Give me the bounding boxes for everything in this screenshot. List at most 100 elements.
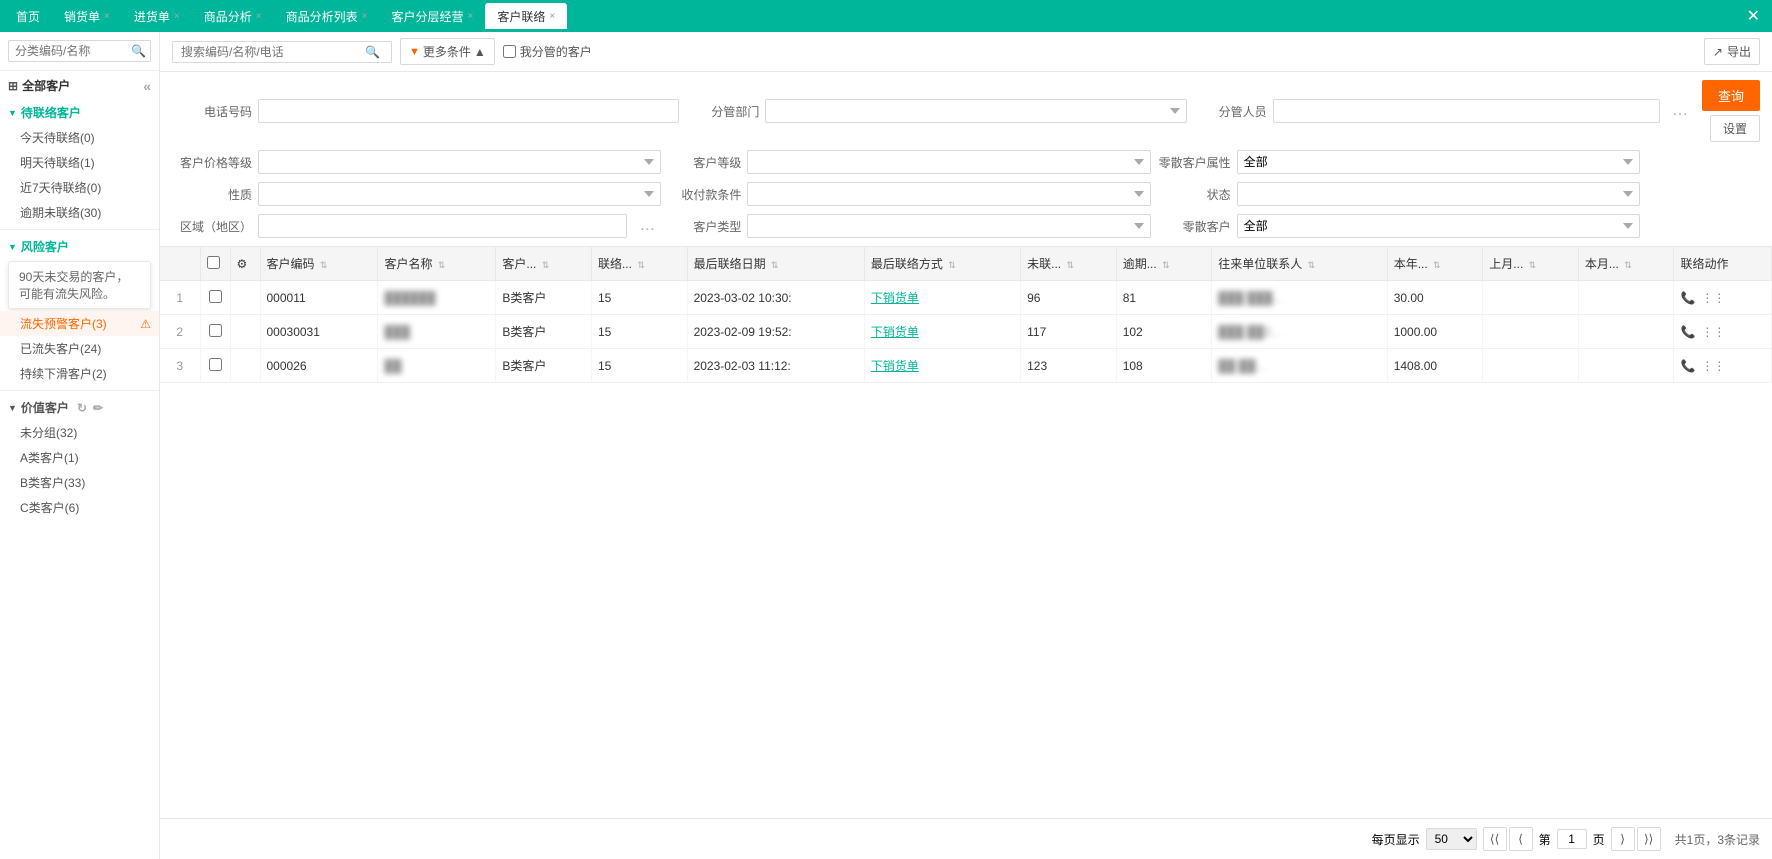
cell-checkbox[interactable]	[200, 315, 230, 349]
filter-cust-type-select[interactable]	[747, 214, 1150, 238]
filter-zero-attr-select[interactable]: 全部	[1237, 150, 1640, 174]
sidebar-item-class-b[interactable]: B类客户(33)	[0, 470, 159, 495]
query-button[interactable]: 查询	[1702, 80, 1760, 111]
more-icon[interactable]: ⋮⋮	[1701, 325, 1725, 339]
th-last-method[interactable]: 最后联络方式 ⇅	[864, 247, 1020, 281]
sidebar-group-risk[interactable]: ▼ 风险客户	[0, 234, 159, 259]
cell-actions[interactable]: 📞 ⋮⋮	[1674, 281, 1772, 315]
tab-sales-close[interactable]: ×	[104, 11, 110, 22]
th-overdue[interactable]: 逾期... ⇅	[1116, 247, 1212, 281]
th-this-year[interactable]: 本年... ⇅	[1387, 247, 1483, 281]
my-customers-checkbox-label[interactable]: 我分管的客户	[503, 43, 592, 60]
last-method-link[interactable]: 下销货单	[871, 359, 919, 373]
prev-page-button[interactable]: ⟨	[1509, 827, 1533, 851]
row-checkbox[interactable]	[209, 324, 222, 337]
filter-person-input[interactable]	[1273, 99, 1660, 123]
sidebar-item-7days[interactable]: 近7天待联络(0)	[0, 175, 159, 200]
th-not-contacted[interactable]: 未联... ⇅	[1021, 247, 1117, 281]
th-contact[interactable]: 联络... ⇅	[591, 247, 687, 281]
th-code[interactable]: 客户编码 ⇅	[260, 247, 378, 281]
cell-actions[interactable]: 📞 ⋮⋮	[1674, 349, 1772, 383]
first-page-button[interactable]: ⟨⟨	[1483, 827, 1507, 851]
sidebar-collapse-button[interactable]: «	[143, 78, 151, 94]
filter-cust-grade-select[interactable]	[747, 150, 1150, 174]
tab-customer-contact[interactable]: 客户联络 ×	[485, 3, 567, 29]
tab-purchase[interactable]: 进货单 ×	[122, 3, 192, 29]
sidebar-all-customers[interactable]: ⊞ 全部客户 «	[0, 71, 159, 100]
th-contact-person[interactable]: 往来单位联系人 ⇅	[1212, 247, 1387, 281]
call-icon[interactable]: 📞	[1680, 291, 1695, 305]
last-method-link[interactable]: 下销货单	[871, 291, 919, 305]
tab-customer-tier[interactable]: 客户分层经营 ×	[379, 3, 485, 29]
next-page-button[interactable]: ⟩	[1611, 827, 1635, 851]
per-page-select[interactable]: 50 10 20 100	[1426, 828, 1477, 850]
sidebar-item-churned[interactable]: 已流失客户(24)	[0, 336, 159, 361]
sidebar-item-overdue[interactable]: 逾期未联络(30)	[0, 200, 159, 225]
more-icon[interactable]: ⋮⋮	[1701, 291, 1725, 305]
cell-last-method[interactable]: 下销货单	[864, 349, 1020, 383]
tab-product-list[interactable]: 商品分析列表 ×	[274, 3, 380, 29]
tab-sales[interactable]: 销货单 ×	[52, 3, 122, 29]
sidebar-item-tomorrow[interactable]: 明天待联络(1)	[0, 150, 159, 175]
cell-checkbox[interactable]	[200, 281, 230, 315]
sidebar-item-ungrouped[interactable]: 未分组(32)	[0, 420, 159, 445]
sidebar-group-value[interactable]: ▼ 价值客户 ↻ ✏	[0, 395, 159, 420]
sidebar-group-pending[interactable]: ▼ 待联络客户	[0, 100, 159, 125]
sidebar-item-churn-warning[interactable]: 流失预警客户(3) ⚠	[0, 311, 159, 336]
cell-last-method[interactable]: 下销货单	[864, 315, 1020, 349]
th-checkbox[interactable]	[200, 247, 230, 281]
select-all-checkbox[interactable]	[207, 256, 220, 269]
tab-purchase-close[interactable]: ×	[174, 11, 180, 22]
filter-icon: ▼	[409, 46, 420, 58]
refresh-icon[interactable]: ↻	[77, 401, 87, 415]
sidebar-item-class-a[interactable]: A类客户(1)	[0, 445, 159, 470]
sidebar-item-today[interactable]: 今天待联络(0)	[0, 125, 159, 150]
filter-person-dots[interactable]: …	[1666, 102, 1694, 120]
sidebar-divider-2	[0, 390, 159, 391]
sidebar-item-class-c[interactable]: C类客户(6)	[0, 495, 159, 520]
cell-last-method[interactable]: 下销货单	[864, 281, 1020, 315]
cell-actions[interactable]: 📞 ⋮⋮	[1674, 315, 1772, 349]
row-checkbox[interactable]	[209, 290, 222, 303]
toolbar-search-input[interactable]	[181, 45, 361, 59]
more-filter-button[interactable]: ▼ 更多条件 ▲	[400, 38, 495, 65]
tab-customer-contact-close[interactable]: ×	[549, 11, 555, 22]
call-icon[interactable]: 📞	[1680, 325, 1695, 339]
filter-region-dots[interactable]: …	[633, 217, 661, 235]
filter-nature-select[interactable]	[258, 182, 661, 206]
row-checkbox[interactable]	[209, 358, 222, 371]
th-name[interactable]: 客户名称 ⇅	[378, 247, 496, 281]
my-customers-checkbox[interactable]	[503, 45, 516, 58]
tab-product-list-close[interactable]: ×	[362, 11, 368, 22]
filter-phone-input[interactable]	[258, 99, 679, 123]
settings-button[interactable]: 设置	[1710, 115, 1760, 142]
sidebar-item-class-b-label: B类客户(33)	[20, 474, 85, 491]
filter-dept-select[interactable]	[765, 99, 1186, 123]
edit-icon[interactable]: ✏	[93, 401, 103, 415]
th-type[interactable]: 客户... ⇅	[496, 247, 592, 281]
filter-price-grade-select[interactable]	[258, 150, 661, 174]
last-page-button[interactable]: ⟩⟩	[1637, 827, 1661, 851]
th-settings[interactable]: ⚙	[230, 247, 260, 281]
tab-product-analysis[interactable]: 商品分析 ×	[192, 3, 274, 29]
filter-region-input[interactable]	[258, 214, 627, 238]
export-button[interactable]: ↗ 导出	[1704, 38, 1760, 65]
last-method-link[interactable]: 下销货单	[871, 325, 919, 339]
more-icon[interactable]: ⋮⋮	[1701, 359, 1725, 373]
sidebar-item-declining[interactable]: 持续下滑客户(2)	[0, 361, 159, 386]
th-this-month[interactable]: 本月... ⇅	[1578, 247, 1674, 281]
tab-customer-tier-close[interactable]: ×	[467, 11, 473, 22]
filter-status-select[interactable]	[1237, 182, 1640, 206]
th-last-month[interactable]: 上月... ⇅	[1483, 247, 1579, 281]
tab-product-analysis-close[interactable]: ×	[256, 11, 262, 22]
call-icon[interactable]: 📞	[1680, 359, 1695, 373]
tab-home[interactable]: 首页	[4, 3, 52, 29]
filter-payment-select[interactable]	[747, 182, 1150, 206]
sidebar-search-input[interactable]	[8, 40, 151, 62]
page-input[interactable]	[1557, 829, 1587, 849]
th-last-date[interactable]: 最后联络日期 ⇅	[687, 247, 864, 281]
customer-table: ⚙ 客户编码 ⇅ 客户名称 ⇅ 客户... ⇅	[160, 247, 1772, 383]
filter-zero-cust-select[interactable]: 全部	[1237, 214, 1640, 238]
window-close-button[interactable]: ✕	[1739, 6, 1768, 26]
cell-checkbox[interactable]	[200, 349, 230, 383]
